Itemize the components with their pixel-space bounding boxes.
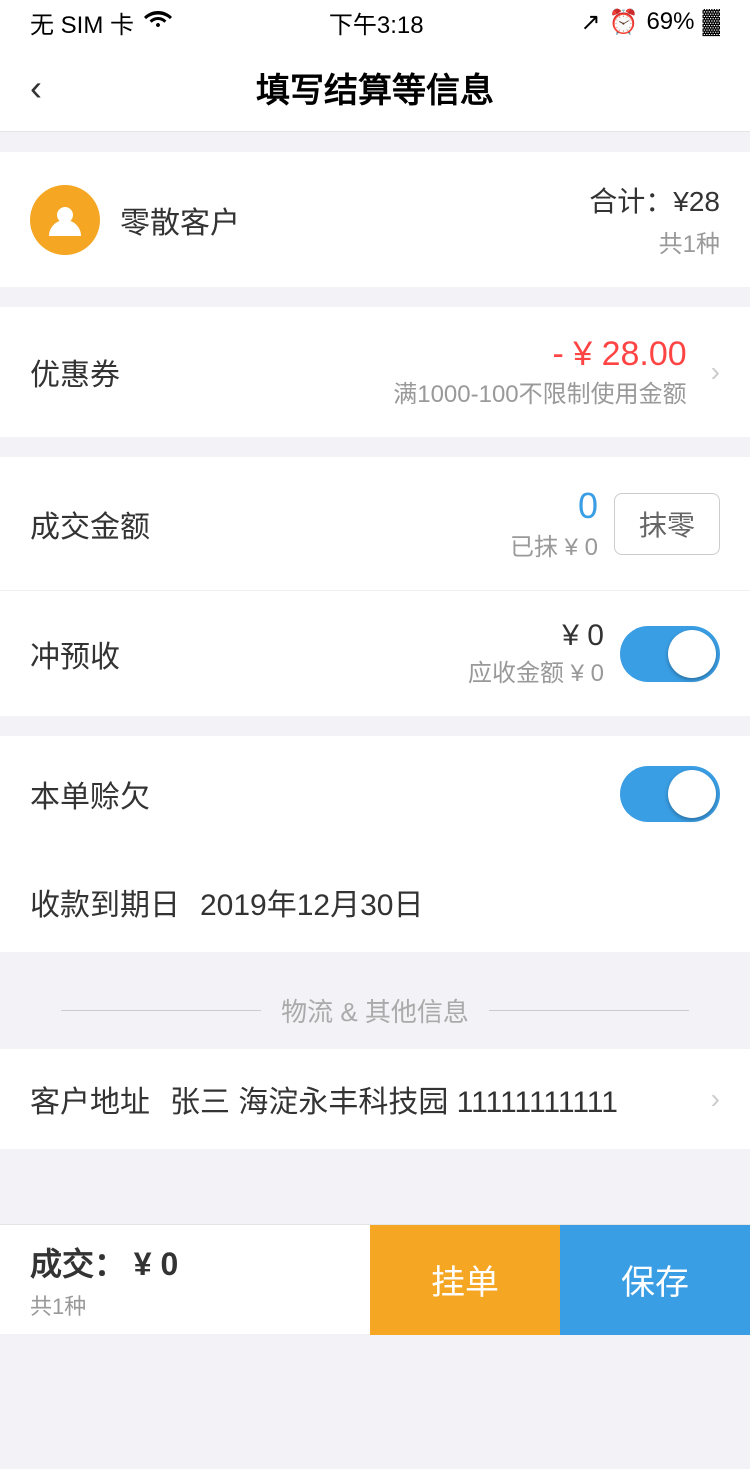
wifi-icon <box>144 9 172 35</box>
status-left: 无 SIM 卡 <box>30 5 172 40</box>
battery-percent: 69% <box>646 8 694 36</box>
coupon-discount: - ¥ 28.00 <box>552 335 686 374</box>
customer-name: 零散客户 <box>120 198 240 242</box>
prepay-multi: ¥ 0 应收金额 ¥ 0 <box>468 619 604 688</box>
due-date-value: 2019年12月30日 <box>200 880 423 924</box>
bottom-deal: 成交： ¥ 0 <box>30 1239 340 1285</box>
prepay-sub: 应收金额 ¥ 0 <box>468 653 604 688</box>
avatar <box>30 185 100 255</box>
status-time: 下午3:18 <box>329 5 424 40</box>
status-bar: 无 SIM 卡 下午3:18 ↗ ⏰ 69% ▓ <box>0 0 750 44</box>
bottom-count: 共1种 <box>30 1289 340 1321</box>
logistics-line-right <box>489 1010 689 1011</box>
due-date-row[interactable]: 收款到期日 2019年12月30日 <box>0 852 750 952</box>
customer-total: 合计：¥28 <box>589 180 720 220</box>
coupon-row[interactable]: 优惠券 - ¥ 28.00 满1000-100不限制使用金额 › <box>0 307 750 437</box>
save-button[interactable]: 保存 <box>560 1225 750 1335</box>
debit-toggle-knob <box>668 770 716 818</box>
customer-left: 零散客户 <box>30 185 240 255</box>
debit-label: 本单赊欠 <box>30 772 150 816</box>
nav-bar: ‹ 填写结算等信息 <box>0 44 750 132</box>
deal-amount-right: 0 已抹 ¥ 0 抹零 <box>150 485 720 562</box>
address-chevron: › <box>711 1083 720 1115</box>
coupon-subtext: 满1000-100不限制使用金额 <box>393 374 686 409</box>
logistics-divider: 物流 & 其他信息 <box>0 972 750 1049</box>
coupon-multi: - ¥ 28.00 满1000-100不限制使用金额 <box>393 335 686 409</box>
coupon-label: 优惠券 <box>30 350 120 394</box>
customer-right: 合计：¥28 共1种 <box>589 180 720 259</box>
address-value: 张三 海淀永丰科技园 11111111111 <box>170 1077 683 1121</box>
deal-amount-row: 成交金额 0 已抹 ¥ 0 抹零 <box>0 457 750 591</box>
prepay-toggle[interactable] <box>620 626 720 682</box>
back-button[interactable]: ‹ <box>30 67 90 109</box>
deal-amount-label: 成交金额 <box>30 502 150 546</box>
address-row[interactable]: 客户地址 张三 海淀永丰科技园 11111111111 › <box>0 1049 750 1149</box>
prepay-value: ¥ 0 <box>562 619 604 653</box>
alarm-icon: ⏰ <box>609 8 639 37</box>
bottom-deal-label: 成交： <box>30 1246 126 1282</box>
divider-1 <box>0 287 750 307</box>
bottom-deal-amount: ¥ 0 <box>134 1246 178 1282</box>
divider-4 <box>0 952 750 972</box>
toggle-knob <box>668 630 716 678</box>
prepay-label: 冲预收 <box>30 632 120 676</box>
bottom-bar: 成交： ¥ 0 共1种 挂单 保存 <box>0 1224 750 1334</box>
deal-amount-multi: 0 已抹 ¥ 0 <box>510 485 598 562</box>
coupon-section: 优惠券 - ¥ 28.00 满1000-100不限制使用金额 › <box>0 307 750 437</box>
due-date-label: 收款到期日 <box>30 880 180 924</box>
battery-icon: ▓ <box>703 8 721 36</box>
bottom-info: 成交： ¥ 0 共1种 <box>0 1239 370 1321</box>
hold-button[interactable]: 挂单 <box>370 1225 560 1335</box>
coupon-chevron: › <box>711 356 720 388</box>
divider-3 <box>0 716 750 736</box>
round-zero-button[interactable]: 抹零 <box>614 493 720 555</box>
status-right: ↗ ⏰ 69% ▓ <box>580 8 720 37</box>
debit-section: 本单赊欠 收款到期日 2019年12月30日 <box>0 736 750 952</box>
coupon-right: - ¥ 28.00 满1000-100不限制使用金额 › <box>120 335 720 409</box>
customer-section: 零散客户 合计：¥28 共1种 <box>0 152 750 287</box>
page-title: 填写结算等信息 <box>256 63 494 112</box>
debit-toggle[interactable] <box>620 766 720 822</box>
logistics-text: 物流 & 其他信息 <box>281 992 469 1029</box>
prepay-row: 冲预收 ¥ 0 应收金额 ¥ 0 <box>0 591 750 716</box>
customer-count: 共1种 <box>589 224 720 259</box>
divider-2 <box>0 437 750 457</box>
deal-amount-sub: 已抹 ¥ 0 <box>510 527 598 562</box>
prepay-right: ¥ 0 应收金额 ¥ 0 <box>120 619 720 688</box>
address-label: 客户地址 <box>30 1077 150 1121</box>
logistics-divider-inner: 物流 & 其他信息 <box>0 992 750 1029</box>
sim-status: 无 SIM 卡 <box>30 5 134 40</box>
debit-row: 本单赊欠 <box>0 736 750 852</box>
deal-amount-section: 成交金额 0 已抹 ¥ 0 抹零 冲预收 ¥ 0 应收金额 ¥ 0 <box>0 457 750 716</box>
logistics-line-left <box>61 1010 261 1011</box>
deal-amount-value: 0 <box>578 485 598 527</box>
location-icon: ↗ <box>580 8 600 37</box>
